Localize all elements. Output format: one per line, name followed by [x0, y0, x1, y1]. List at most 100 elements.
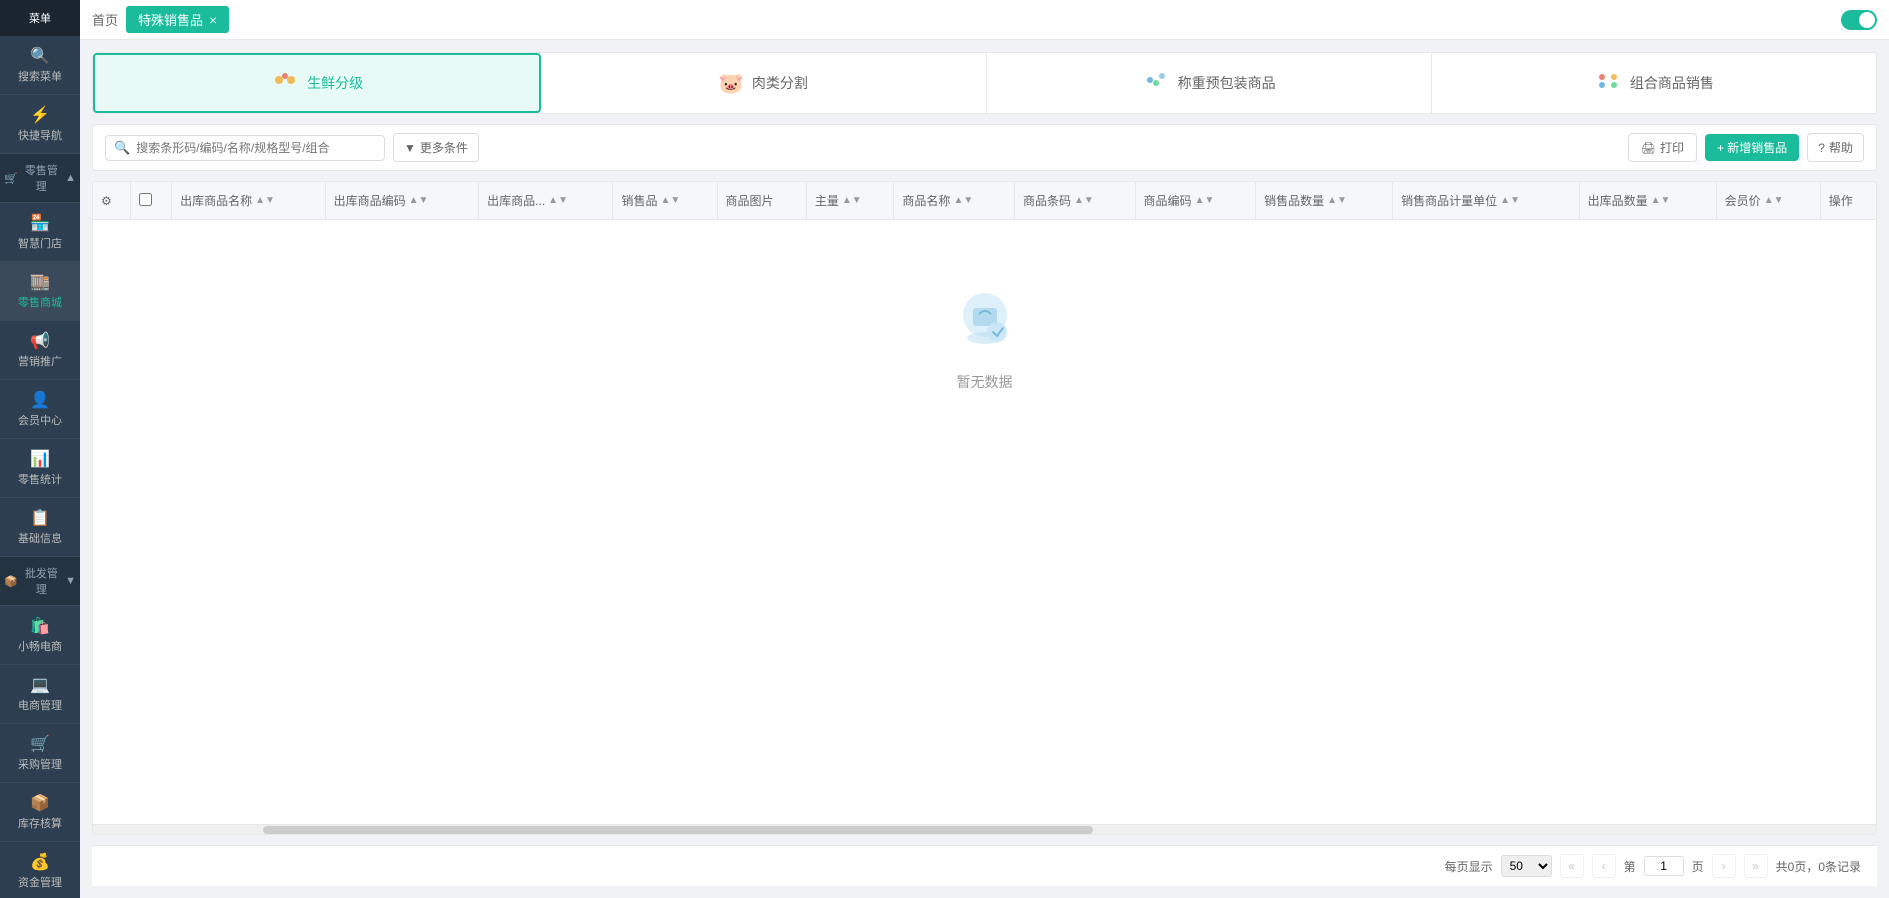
sidebar-item-basic-info[interactable]: 📋 基础信息 — [0, 498, 80, 557]
active-tab: 特殊销售品 × — [126, 6, 229, 33]
sidebar-item-sales-promo[interactable]: 📢 营销推广 — [0, 321, 80, 380]
print-button[interactable]: 🖨 打印 — [1628, 133, 1697, 162]
next-page-button[interactable]: › — [1712, 854, 1736, 878]
page-suffix: 页 — [1692, 858, 1704, 875]
tab-meat-cut[interactable]: 🐷 肉类分割 — [541, 53, 986, 113]
page-input[interactable] — [1644, 856, 1684, 876]
sidebar-logo: 菜单 — [0, 0, 80, 36]
sales-promo-icon: 📢 — [30, 331, 50, 351]
help-label: 帮助 — [1829, 139, 1853, 156]
active-tab-label: 特殊销售品 — [138, 10, 203, 29]
combo-sales-label: 组合商品销售 — [1630, 73, 1714, 93]
weigh-pack-icon — [1142, 69, 1170, 97]
topbar-right — [1841, 10, 1877, 30]
col-checkbox[interactable] — [130, 182, 171, 220]
empty-state: 暂无数据 — [93, 220, 1876, 452]
retail-mgmt-icon: 🛒 — [4, 172, 18, 185]
smart-store-icon: 🏪 — [30, 213, 50, 233]
tab-fresh-grade[interactable]: 生鲜分级 — [93, 53, 541, 113]
col-product-barcode[interactable]: 商品条码 ▲▼ — [1014, 182, 1135, 220]
sidebar-item-label: 快捷导航 — [18, 127, 62, 143]
sidebar-item-label: 营销推广 — [18, 353, 62, 369]
search-box[interactable]: 🔍 — [105, 135, 385, 161]
col-product-name[interactable]: 商品名称 ▲▼ — [894, 182, 1015, 220]
col-product-image-label: 商品图片 — [726, 194, 774, 208]
sidebar-section-retail[interactable]: 🛒 零售管理 ▲ — [0, 154, 80, 203]
per-page-label: 每页显示 — [1445, 858, 1493, 875]
close-tab-button[interactable]: × — [209, 12, 217, 28]
sidebar: 菜单 🔍 搜索菜单 ⚡ 快捷导航 🛒 零售管理 ▲ 🏪 智慧门店 🏬 零售商城 … — [0, 0, 80, 898]
last-page-button[interactable]: » — [1744, 854, 1768, 878]
col-member-price[interactable]: 会员价 ▲▼ — [1716, 182, 1820, 220]
sidebar-item-label: 会员中心 — [18, 412, 62, 428]
col-product-barcode-label: 商品条码 — [1023, 192, 1071, 209]
tab-weigh-pack[interactable]: 称重预包装商品 — [987, 53, 1432, 113]
scrollbar-thumb[interactable] — [263, 826, 1093, 834]
select-all-checkbox[interactable] — [139, 193, 152, 206]
retail-mall-icon: 🏬 — [30, 272, 50, 292]
chevron-down-icon: ▼ — [65, 575, 76, 587]
sidebar-item-ecom-mgmt[interactable]: 💻 电商管理 — [0, 665, 80, 724]
col-out-product-code-label: 出库商品编码 — [334, 192, 406, 209]
prev-page-icon: ‹ — [1602, 859, 1606, 873]
sidebar-item-purchase[interactable]: 🛒 采购管理 — [0, 724, 80, 783]
sidebar-item-member-center[interactable]: 👤 会员中心 — [0, 380, 80, 439]
col-out-qty[interactable]: 出库品数量 ▲▼ — [1579, 182, 1716, 220]
sort-arrows: ▲▼ — [548, 197, 568, 205]
col-product-code-label: 商品编码 — [1144, 192, 1192, 209]
wholesale-icon: 📦 — [4, 575, 18, 588]
col-product-code[interactable]: 商品编码 ▲▼ — [1135, 182, 1256, 220]
sidebar-item-inventory[interactable]: 📦 库存核算 — [0, 783, 80, 842]
col-actions: 操作 — [1820, 182, 1876, 220]
prev-page-button[interactable]: ‹ — [1592, 854, 1616, 878]
sidebar-item-quick-nav[interactable]: ⚡ 快捷导航 — [0, 95, 80, 154]
col-main-weight[interactable]: 主量 ▲▼ — [806, 182, 894, 220]
first-page-button[interactable]: « — [1560, 854, 1584, 878]
search-icon: 🔍 — [114, 140, 130, 156]
col-sales-product[interactable]: 销售品 ▲▼ — [613, 182, 717, 220]
sidebar-item-capital[interactable]: 💰 资金管理 — [0, 842, 80, 898]
col-out-product-x-label: 出库商品... — [487, 192, 545, 209]
help-button[interactable]: ? 帮助 — [1807, 133, 1864, 162]
col-settings[interactable]: ⚙ — [93, 182, 130, 220]
sidebar-item-retail-mall[interactable]: 🏬 零售商城 — [0, 262, 80, 321]
sort-arrows: ▲▼ — [1327, 197, 1347, 205]
mini-ecom-icon: 🛍️ — [30, 616, 50, 636]
sidebar-section-label: 批发管理 — [22, 565, 61, 597]
col-product-image: 商品图片 — [717, 182, 806, 220]
ecom-mgmt-icon: 💻 — [30, 675, 50, 695]
filter-icon: ▼ — [404, 141, 416, 155]
fresh-grade-icon — [271, 69, 299, 97]
help-icon: ? — [1818, 141, 1825, 155]
sort-arrows: ▲▼ — [1074, 197, 1094, 205]
toggle-button[interactable] — [1841, 10, 1877, 30]
add-sales-product-button[interactable]: + 新增销售品 — [1705, 134, 1799, 161]
col-sales-qty[interactable]: 销售品数量 ▲▼ — [1256, 182, 1393, 220]
filter-button[interactable]: ▼ 更多条件 — [393, 133, 479, 162]
sidebar-item-smart-store[interactable]: 🏪 智慧门店 — [0, 203, 80, 262]
tab-combo-sales[interactable]: 组合商品销售 — [1432, 53, 1876, 113]
col-out-product-x[interactable]: 出库商品... ▲▼ — [479, 182, 613, 220]
col-sales-qty-label: 销售品数量 — [1264, 192, 1324, 209]
per-page-select[interactable]: 50 10 20 100 — [1501, 855, 1552, 877]
member-center-icon: 👤 — [30, 390, 50, 410]
col-product-name-label: 商品名称 — [902, 192, 950, 209]
total-label: 共0页，0条记录 — [1776, 858, 1861, 875]
sidebar-item-mini-ecom[interactable]: 🛍️ 小畅电商 — [0, 606, 80, 665]
chevron-icon: ▲ — [65, 172, 76, 184]
col-out-product-name[interactable]: 出库商品名称 ▲▼ — [172, 182, 326, 220]
purchase-icon: 🛒 — [30, 734, 50, 754]
capital-icon: 💰 — [30, 852, 50, 872]
col-sales-product-label: 销售品 — [621, 192, 657, 209]
sort-arrows: ▲▼ — [1500, 197, 1520, 205]
home-link[interactable]: 首页 — [92, 10, 118, 29]
sidebar-item-search-menu[interactable]: 🔍 搜索菜单 — [0, 36, 80, 95]
sidebar-section-wholesale[interactable]: 📦 批发管理 ▼ — [0, 557, 80, 606]
sidebar-item-retail-stats[interactable]: 📊 零售统计 — [0, 439, 80, 498]
search-input[interactable] — [136, 141, 376, 155]
col-sales-unit[interactable]: 销售商品计量单位 ▲▼ — [1393, 182, 1579, 220]
sort-arrows: ▲▼ — [953, 197, 973, 205]
col-out-product-name-label: 出库商品名称 — [180, 192, 252, 209]
col-out-product-code[interactable]: 出库商品编码 ▲▼ — [325, 182, 479, 220]
horizontal-scrollbar[interactable] — [93, 824, 1876, 834]
